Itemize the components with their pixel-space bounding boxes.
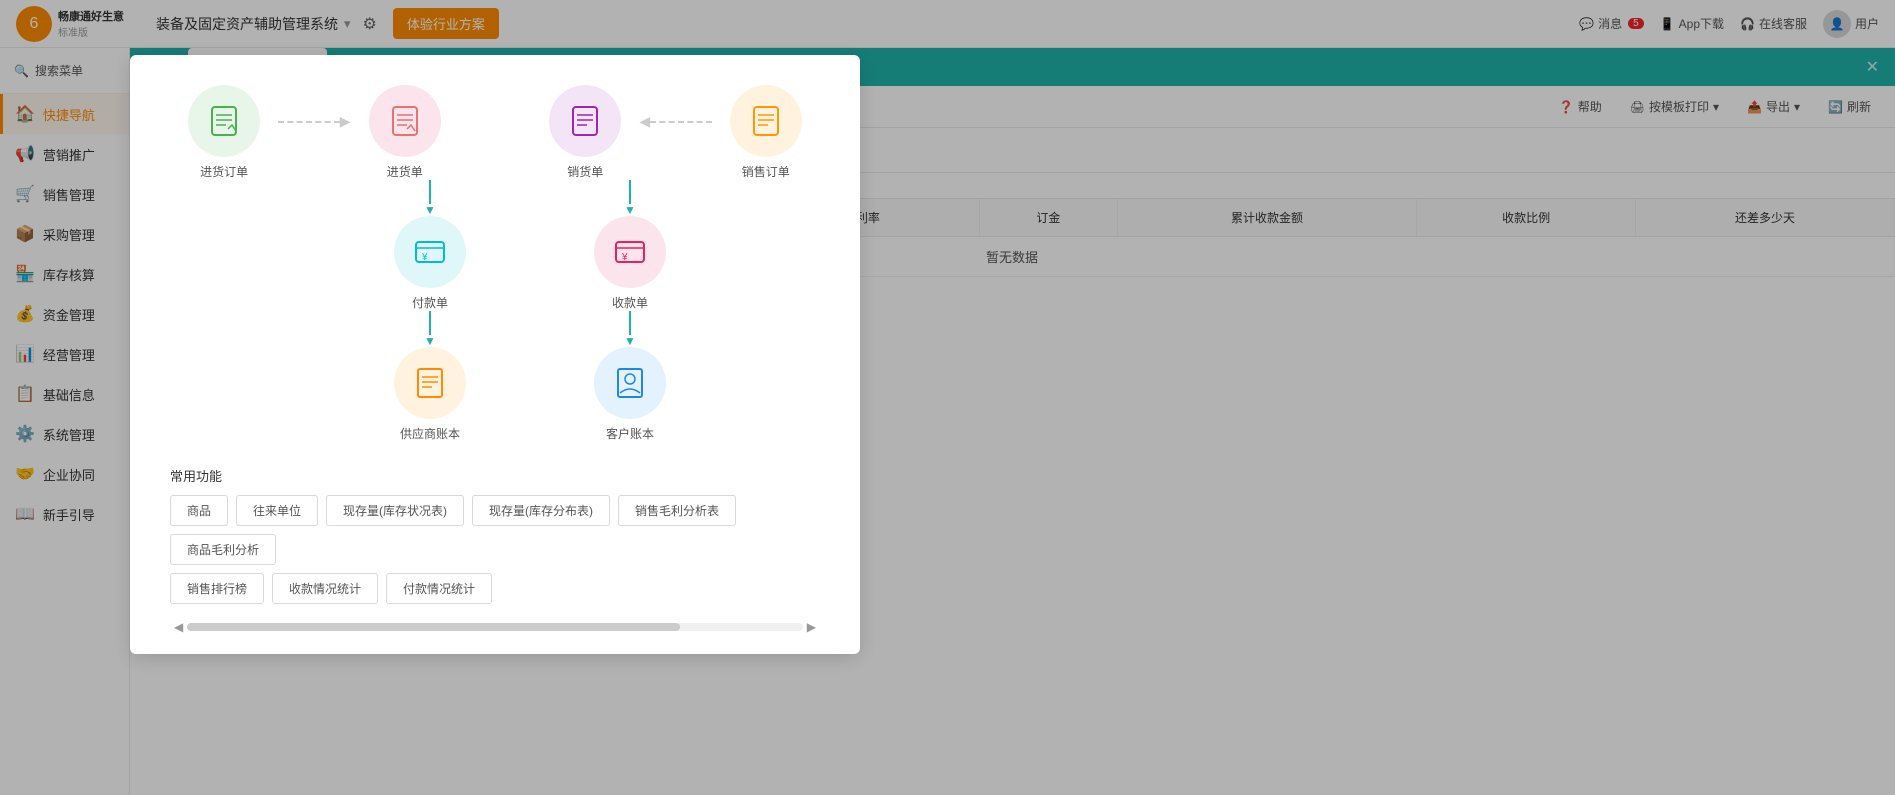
flow-row-2: ¥ 付款单 ¥ bbox=[170, 216, 820, 311]
arrow-down-rec: ▼ bbox=[570, 311, 690, 347]
sales-order-node[interactable]: 销售订单 bbox=[712, 85, 820, 180]
customer-account-label: 客户账本 bbox=[606, 425, 654, 442]
receipt-bill-circle: ¥ bbox=[594, 216, 666, 288]
sales-bill-circle bbox=[549, 85, 621, 157]
spacer7 bbox=[170, 311, 290, 347]
receipt-bill-icon: ¥ bbox=[612, 234, 648, 270]
arrow-down-pay: ▼ bbox=[370, 311, 490, 347]
common-btn-stock-status[interactable]: 现存量(库存状况表) bbox=[326, 495, 464, 526]
supplier-account-node[interactable]: 供应商账本 bbox=[370, 347, 490, 442]
sales-bill-node[interactable]: 销货单 bbox=[531, 85, 639, 180]
payment-bill-label: 付款单 bbox=[412, 294, 448, 311]
common-functions-section: 常用功能 商品 往来单位 现存量(库存状况表) 现存量(库存分布表) 销售毛利分… bbox=[170, 466, 820, 604]
svg-text:¥: ¥ bbox=[421, 252, 428, 263]
receipt-bill-label: 收款单 bbox=[612, 294, 648, 311]
payment-bill-circle: ¥ bbox=[394, 216, 466, 288]
spacer9 bbox=[490, 311, 570, 347]
app-container: 6 畅康通好生意 标准版 装备及固定资产辅助管理系统 ▾ ⚙ 体验行业方案 💬 … bbox=[0, 0, 1895, 795]
flow-row-arrows-1: ▼ ▼ bbox=[170, 180, 820, 216]
modal-overlay[interactable]: 进货订单 ▶ bbox=[0, 0, 1895, 795]
purchase-order-node[interactable]: 进货订单 bbox=[170, 85, 278, 180]
common-btn-goods[interactable]: 商品 bbox=[170, 495, 228, 526]
customer-account-node[interactable]: 客户账本 bbox=[570, 347, 690, 442]
purchase-bill-circle bbox=[369, 85, 441, 157]
svg-text:¥: ¥ bbox=[621, 252, 628, 263]
purchase-order-circle bbox=[188, 85, 260, 157]
common-btn-goods-margin[interactable]: 商品毛利分析 bbox=[170, 534, 276, 565]
flow-modal: 进货订单 ▶ bbox=[130, 55, 860, 654]
spacer2 bbox=[290, 180, 370, 216]
purchase-order-label: 进货订单 bbox=[200, 163, 248, 180]
supplier-account-icon bbox=[412, 365, 448, 401]
purchase-bill-label: 进货单 bbox=[387, 163, 423, 180]
purchase-bill-icon bbox=[387, 103, 423, 139]
purchase-bill-node[interactable]: 进货单 bbox=[351, 85, 459, 180]
scroll-right-btn[interactable]: ▶ bbox=[803, 620, 820, 634]
spacer1 bbox=[170, 180, 290, 216]
scrollbar-track bbox=[187, 623, 803, 631]
customer-account-icon bbox=[612, 365, 648, 401]
sales-bill-icon bbox=[567, 103, 603, 139]
modal-scrollbar: ◀ ▶ bbox=[170, 620, 820, 634]
common-functions-title: 常用功能 bbox=[170, 466, 820, 485]
purchase-order-icon bbox=[206, 103, 242, 139]
flow-diagram: 进货订单 ▶ bbox=[170, 85, 820, 442]
common-btn-sales-rank[interactable]: 销售排行榜 bbox=[170, 573, 264, 604]
supplier-account-circle bbox=[394, 347, 466, 419]
spacer8 bbox=[290, 311, 370, 347]
sales-order-label: 销售订单 bbox=[742, 163, 790, 180]
sales-order-icon bbox=[748, 103, 784, 139]
spacer3 bbox=[490, 180, 570, 216]
flow-row-3: 供应商账本 客户账本 bbox=[170, 347, 820, 442]
common-buttons-row2: 销售排行榜 收款情况统计 付款情况统计 bbox=[170, 573, 820, 604]
arrow-down-sb: ▼ bbox=[570, 180, 690, 216]
common-btn-partner[interactable]: 往来单位 bbox=[236, 495, 318, 526]
arrow-down-pb: ▼ bbox=[370, 180, 490, 216]
supplier-account-label: 供应商账本 bbox=[400, 425, 460, 442]
customer-account-circle bbox=[594, 347, 666, 419]
arrow-po-pb: ▶ bbox=[278, 113, 350, 130]
common-btn-sales-margin[interactable]: 销售毛利分析表 bbox=[618, 495, 736, 526]
payment-bill-icon: ¥ bbox=[412, 234, 448, 270]
receipt-bill-node[interactable]: ¥ 收款单 bbox=[570, 216, 690, 311]
common-btn-payment-stat[interactable]: 付款情况统计 bbox=[386, 573, 492, 604]
common-btn-stock-dist[interactable]: 现存量(库存分布表) bbox=[472, 495, 610, 526]
flow-row-1: 进货订单 ▶ bbox=[170, 85, 820, 180]
scroll-left-btn[interactable]: ◀ bbox=[170, 620, 187, 634]
sales-order-circle bbox=[730, 85, 802, 157]
sales-bill-label: 销货单 bbox=[567, 163, 603, 180]
common-btn-receipt-stat[interactable]: 收款情况统计 bbox=[272, 573, 378, 604]
payment-bill-node[interactable]: ¥ 付款单 bbox=[370, 216, 490, 311]
flow-row-arrows-2: ▼ ▼ bbox=[170, 311, 820, 347]
arrow-so-sb: ◀ bbox=[639, 113, 711, 130]
scrollbar-thumb[interactable] bbox=[187, 623, 679, 631]
common-buttons: 商品 往来单位 现存量(库存状况表) 现存量(库存分布表) 销售毛利分析表 商品… bbox=[170, 495, 820, 565]
